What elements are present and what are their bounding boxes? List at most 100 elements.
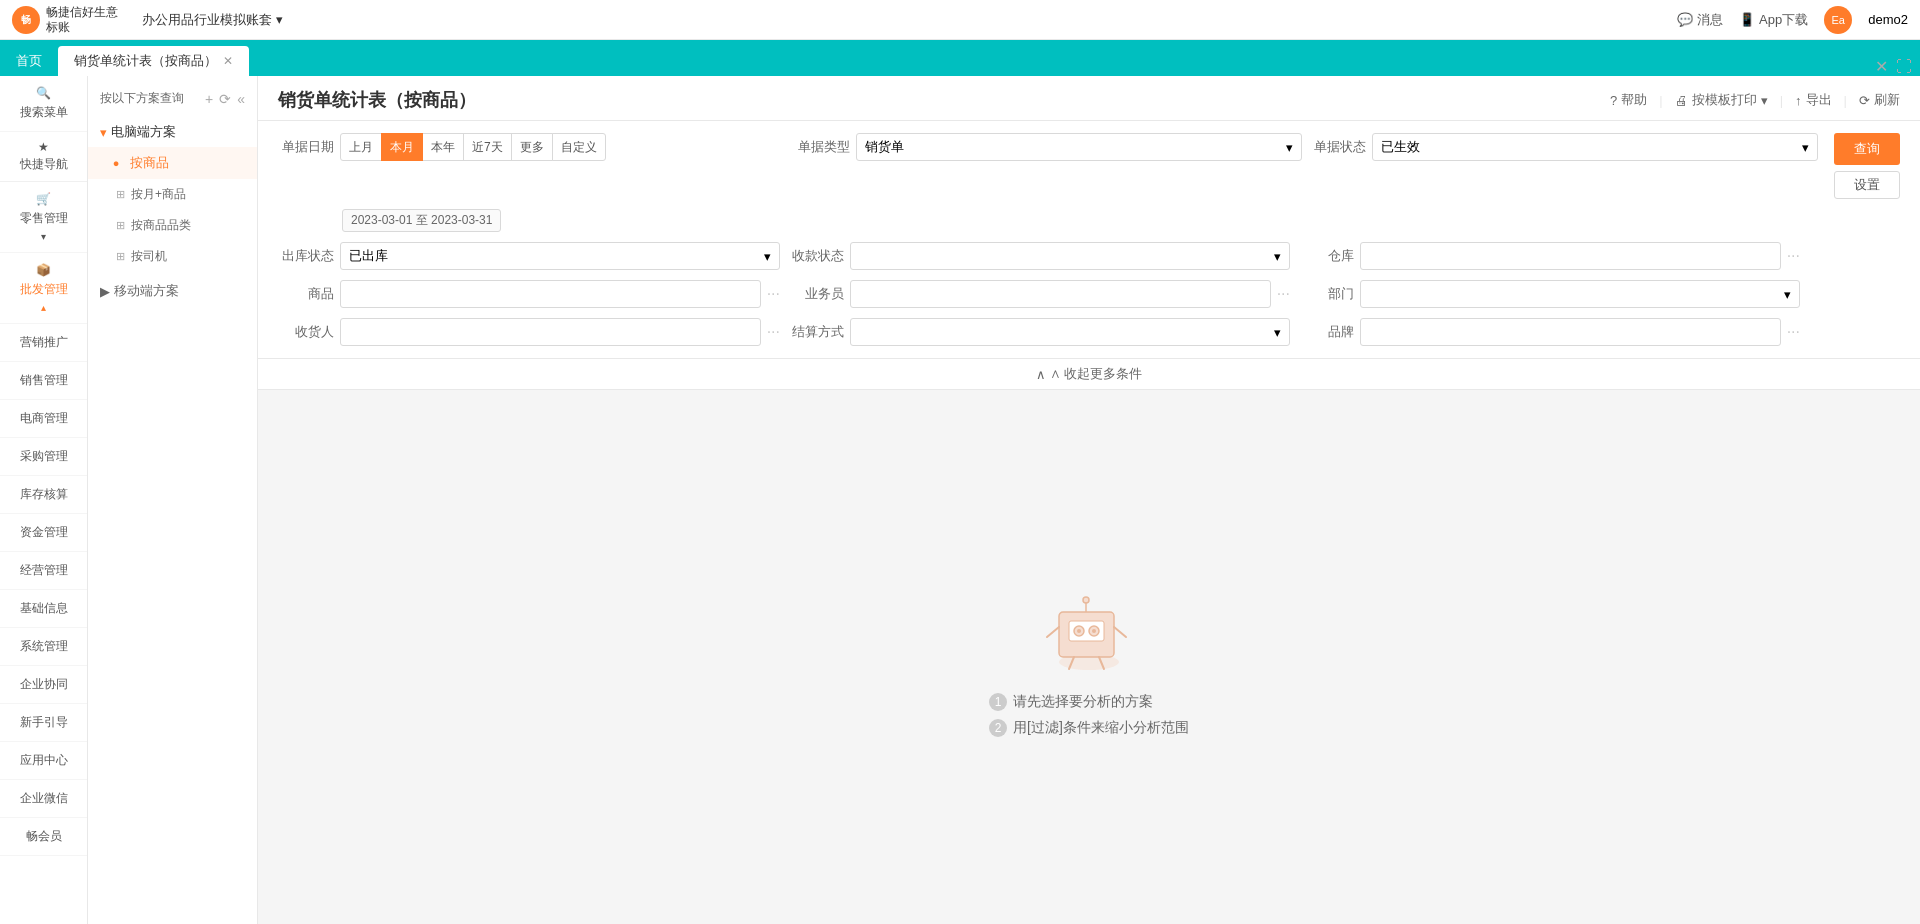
sidebar-item-sales[interactable]: 销售管理 [0,362,87,400]
star-icon: ★ [38,140,49,154]
payment-status-content: ▾ [850,242,1290,270]
filter-doc-status: 单据状态 已生效 ▾ [1310,133,1818,161]
page-header: 销货单统计表（按商品） ? 帮助 | 🖨 按模板打印 ▾ | ↑ [258,76,1920,121]
settings-button[interactable]: 设置 [1834,171,1900,199]
warehouse-dots[interactable]: ··· [1787,247,1800,265]
filter-warehouse-status: 出库状态 已出库 ▾ [278,242,780,270]
chevron-icon: ▴ [41,302,46,313]
warehouse-label: 仓库 [1298,247,1354,265]
sidebar-item-wholesale[interactable]: 📦 批发管理 ▴ [0,253,87,324]
sidebar-item-marketing[interactable]: 营销推广 [0,324,87,362]
doc-status-label: 单据状态 [1310,138,1366,156]
scheme-by-category[interactable]: ⊞ 按商品品类 [88,210,257,241]
doc-type-value: 销货单 [865,138,904,156]
department-select[interactable]: ▾ [1360,280,1800,308]
payment-status-label: 收款状态 [788,247,844,265]
sidebar-item-ecommerce[interactable]: 电商管理 [0,400,87,438]
payment-status-select[interactable]: ▾ [850,242,1290,270]
salesperson-dots[interactable]: ··· [1277,285,1290,303]
date-btn-custom[interactable]: 自定义 [552,133,606,161]
sidebar-item-app-center[interactable]: 应用中心 [0,742,87,780]
sidebar-item-inventory[interactable]: 库存核算 [0,476,87,514]
message-icon: 💬 [1677,12,1693,27]
window-maximize-icon[interactable]: ⛶ [1896,58,1912,76]
tab-close-icon[interactable]: ✕ [223,54,233,68]
doc-type-select[interactable]: 销货单 ▾ [856,133,1302,161]
collapse-bar: ∧ ∧ 收起更多条件 [258,359,1920,390]
collapse-conditions-button[interactable]: ∧ ∧ 收起更多条件 [1036,365,1143,383]
help-button[interactable]: ? 帮助 [1610,91,1647,109]
window-controls: ✕ ⛶ [1875,57,1920,76]
sidebar-item-enterprise-wechat[interactable]: 企业微信 [0,780,87,818]
warehouse-content: ··· [1360,242,1800,270]
window-close-icon[interactable]: ✕ [1875,57,1888,76]
sidebar-item-basic[interactable]: 基础信息 [0,590,87,628]
brand-input[interactable] [1360,318,1781,346]
salesperson-label: 业务员 [788,285,844,303]
date-btn-7days[interactable]: 近7天 [463,133,512,161]
refresh-button[interactable]: ⟳ 刷新 [1859,91,1900,109]
scheme-by-month-product[interactable]: ⊞ 按月+商品 [88,179,257,210]
query-button[interactable]: 查询 [1834,133,1900,165]
app-download-button[interactable]: 📱 App下载 [1739,11,1808,29]
chevron-down-icon: ▾ [764,249,771,264]
sidebar-item-finance[interactable]: 资金管理 [0,514,87,552]
recipient-input[interactable] [340,318,761,346]
scheme-by-product[interactable]: ● 按商品 [88,147,257,179]
scheme-group-mobile-header[interactable]: ▶ 移动端方案 [88,276,257,306]
sidebar-item-enterprise-collab[interactable]: 企业协同 [0,666,87,704]
refresh-scheme-button[interactable]: ⟳ [219,91,231,107]
warehouse-input[interactable] [1360,242,1781,270]
add-scheme-button[interactable]: + [205,91,213,107]
content-area: 按以下方案查询 + ⟳ « ▾ 电脑端方案 ● 按商品 ⊞ 按月 [88,76,1920,924]
date-btn-last-month[interactable]: 上月 [340,133,382,161]
payment-method-select[interactable]: ▾ [850,318,1290,346]
sidebar-search[interactable]: 🔍 搜索菜单 [0,76,87,132]
svg-line-10 [1114,627,1126,637]
page-actions: ? 帮助 | 🖨 按模板打印 ▾ | ↑ 导出 | [1610,91,1900,109]
tip-num-2: 2 [989,719,1007,737]
message-button[interactable]: 💬 消息 [1677,11,1723,29]
retail-icon: 🛒 [36,192,51,206]
left-panel: 按以下方案查询 + ⟳ « ▾ 电脑端方案 ● 按商品 ⊞ 按月 [88,76,258,924]
scheme-by-driver[interactable]: ⊞ 按司机 [88,241,257,272]
collapse-panel-button[interactable]: « [237,91,245,107]
sidebar-item-newbie[interactable]: 新手引导 [0,704,87,742]
department-label: 部门 [1298,285,1354,303]
sidebar-item-system[interactable]: 系统管理 [0,628,87,666]
sub-grid-icon3: ⊞ [116,250,125,263]
sidebar-item-operations[interactable]: 经营管理 [0,552,87,590]
filter-product: 商品 ··· [278,280,780,308]
product-input[interactable] [340,280,761,308]
recipient-dots[interactable]: ··· [767,323,780,341]
collapse-icon: ∧ [1036,367,1046,382]
scheme-group-pc: ▾ 电脑端方案 ● 按商品 ⊞ 按月+商品 ⊞ 按商品品类 ⊞ 按司机 [88,117,257,272]
department-content: ▾ [1360,280,1800,308]
user-avatar[interactable]: Ea [1824,6,1852,34]
tab-report[interactable]: 销货单统计表（按商品） ✕ [58,46,249,76]
search-icon: 🔍 [36,86,51,100]
date-btn-this-year[interactable]: 本年 [422,133,464,161]
salesperson-input[interactable] [850,280,1271,308]
print-button[interactable]: 🖨 按模板打印 ▾ [1675,91,1768,109]
date-btn-this-month[interactable]: 本月 [381,133,423,161]
sidebar-item-vip[interactable]: 畅会员 [0,818,87,856]
brand-dots[interactable]: ··· [1787,323,1800,341]
expand-icon: ▾ [100,125,107,140]
sidebar-quick-nav[interactable]: ★ 快捷导航 [0,132,87,182]
chevron-down-icon: ▾ [1286,140,1293,155]
empty-text: 1 请先选择要分析的方案 2 用[过滤]条件来缩小分析范围 [989,693,1189,737]
product-dots[interactable]: ··· [767,285,780,303]
doc-status-select[interactable]: 已生效 ▾ [1372,133,1818,161]
sub-grid-icon1: ⊞ [116,188,125,201]
sidebar-item-retail[interactable]: 🛒 零售管理 ▾ [0,182,87,253]
date-btn-more[interactable]: 更多 [511,133,553,161]
workspace-selector[interactable]: 办公用品行业模拟账套 ▾ [142,11,283,29]
tab-home[interactable]: 首页 [0,46,58,76]
sidebar-item-purchase[interactable]: 采购管理 [0,438,87,476]
warehouse-status-content: 已出库 ▾ [340,242,780,270]
export-button[interactable]: ↑ 导出 [1795,91,1832,109]
left-panel-header: 按以下方案查询 + ⟳ « [88,84,257,113]
scheme-group-pc-header[interactable]: ▾ 电脑端方案 [88,117,257,147]
warehouse-status-select[interactable]: 已出库 ▾ [340,242,780,270]
